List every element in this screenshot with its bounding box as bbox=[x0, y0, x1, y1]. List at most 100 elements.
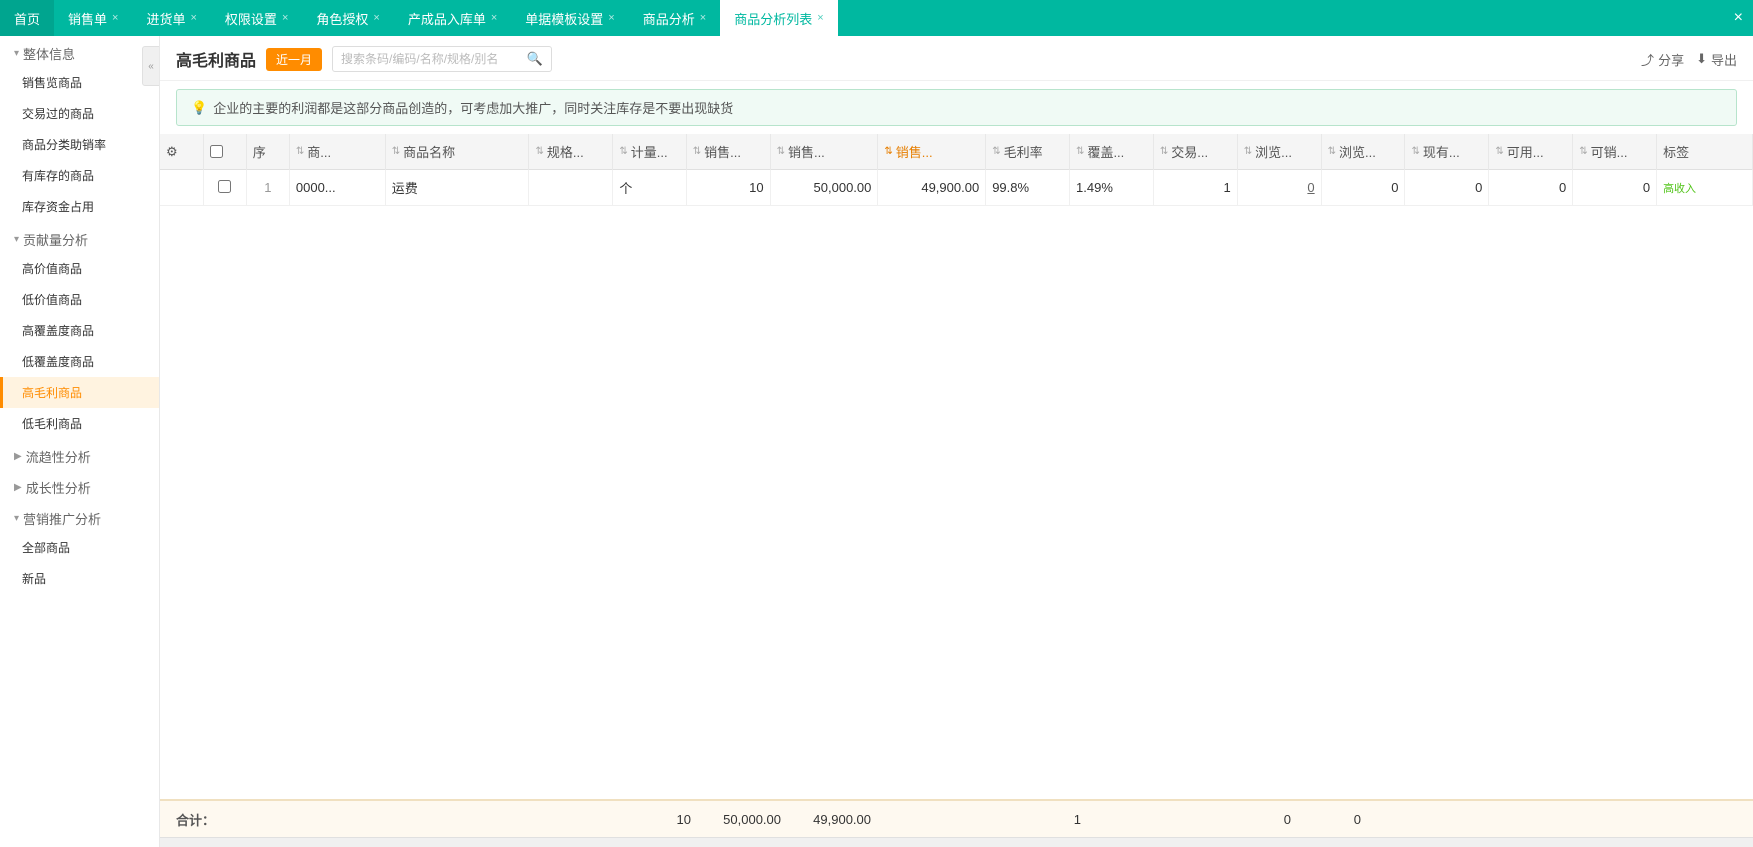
arrow-right-icon: ▶ bbox=[14, 451, 22, 462]
cell-browse2: 0 bbox=[1321, 170, 1405, 206]
footer-label: 合计： bbox=[176, 810, 215, 829]
sidebar-group-growth[interactable]: ▶ 成长性分析 bbox=[0, 470, 159, 501]
export-icon: ⬇ bbox=[1696, 51, 1707, 67]
col-transaction-header[interactable]: ⇅交易... bbox=[1153, 134, 1237, 170]
arrow-down-icon: ▾ bbox=[14, 48, 19, 59]
sidebar-item-low-value[interactable]: 低价值商品 bbox=[0, 284, 159, 315]
sidebar-item-high-coverage[interactable]: 高覆盖度商品 bbox=[0, 315, 159, 346]
nav-permissions[interactable]: 权限设置 × bbox=[211, 0, 302, 36]
nav-close-purchase[interactable]: × bbox=[190, 12, 196, 24]
sidebar-group-marketing[interactable]: ▾ 营销推广分析 bbox=[0, 501, 159, 532]
cell-current-stock: 0 bbox=[1405, 170, 1489, 206]
cell-sales-qty: 10 bbox=[686, 170, 770, 206]
nav-close-product-analysis[interactable]: × bbox=[700, 12, 706, 24]
sidebar-item-low-coverage[interactable]: 低覆盖度商品 bbox=[0, 346, 159, 377]
share-icon: ⤴ bbox=[1641, 50, 1654, 69]
nav-purchase-order[interactable]: 进货单 × bbox=[132, 0, 210, 36]
col-browse2-header[interactable]: ⇅浏览... bbox=[1321, 134, 1405, 170]
col-tag-header[interactable]: 标签 bbox=[1657, 134, 1753, 170]
cell-spec bbox=[529, 170, 613, 206]
select-all-checkbox[interactable] bbox=[210, 145, 223, 158]
col-sales-qty-header[interactable]: ⇅销售... bbox=[686, 134, 770, 170]
col-sales-amt-header[interactable]: ⇅销售... bbox=[770, 134, 878, 170]
footer-transaction: 1 bbox=[1017, 812, 1087, 827]
data-table-container: ⚙ 序 ⇅商... ⇅商品名称 bbox=[160, 134, 1753, 799]
col-current-stock-header[interactable]: ⇅现有... bbox=[1405, 134, 1489, 170]
cell-index: 1 bbox=[246, 170, 289, 206]
cell-code: 0000... bbox=[289, 170, 385, 206]
col-available-header[interactable]: ⇅可用... bbox=[1489, 134, 1573, 170]
nav-product-analysis-list[interactable]: 商品分析列表 × bbox=[720, 0, 837, 36]
nav-role-auth[interactable]: 角色授权 × bbox=[302, 0, 393, 36]
cell-margin-rate: 99.8% bbox=[986, 170, 1070, 206]
sidebar-item-stock-capital[interactable]: 库存资金占用 bbox=[0, 191, 159, 222]
filter-period-button[interactable]: 近一月 bbox=[266, 48, 322, 71]
nav-template-settings[interactable]: 单据模板设置 × bbox=[511, 0, 628, 36]
sidebar-item-in-stock-goods[interactable]: 有库存的商品 bbox=[0, 160, 159, 191]
nav-product-analysis[interactable]: 商品分析 × bbox=[629, 0, 720, 36]
nav-close-permissions[interactable]: × bbox=[282, 12, 288, 24]
col-spec-header[interactable]: ⇅规格... bbox=[529, 134, 613, 170]
sidebar-item-all-goods[interactable]: 全部商品 bbox=[0, 532, 159, 563]
nav-close-template[interactable]: × bbox=[608, 12, 614, 24]
col-saleable-header[interactable]: ⇅可销... bbox=[1573, 134, 1657, 170]
nav-sales-order[interactable]: 销售单 × bbox=[54, 0, 132, 36]
footer-total: 合计： 10 50,000.00 49,900.00 1 0 0 bbox=[160, 799, 1753, 837]
sidebar-item-high-margin[interactable]: 高毛利商品 bbox=[0, 377, 159, 408]
main-layout: « ▾ 整体信息 销售览商品 交易过的商品 商品分类助销率 有库存的商品 库存资… bbox=[0, 36, 1753, 847]
export-button[interactable]: ⬇ 导出 bbox=[1696, 50, 1737, 69]
cell-saleable: 0 bbox=[1573, 170, 1657, 206]
cell-browse1[interactable]: 0 bbox=[1237, 170, 1321, 206]
col-checkbox-header[interactable] bbox=[203, 134, 246, 170]
data-table: ⚙ 序 ⇅商... ⇅商品名称 bbox=[160, 134, 1753, 206]
cell-coverage: 1.49% bbox=[1070, 170, 1154, 206]
sidebar-group-trend[interactable]: ▶ 流趋性分析 bbox=[0, 439, 159, 470]
arrow-right-icon-2: ▶ bbox=[14, 482, 22, 493]
content-header: 高毛利商品 近一月 🔍 ⤴ 分享 ⬇ 导出 bbox=[160, 36, 1753, 81]
footer-available: 0 bbox=[1297, 812, 1367, 827]
footer-sales-amt: 50,000.00 bbox=[697, 812, 787, 827]
sidebar-item-traded-goods[interactable]: 交易过的商品 bbox=[0, 98, 159, 129]
sidebar-group-overall[interactable]: ▾ 整体信息 bbox=[0, 36, 159, 67]
col-settings[interactable]: ⚙ bbox=[160, 134, 203, 170]
cell-tag: 高收入 bbox=[1657, 170, 1753, 206]
sidebar-group-contribution[interactable]: ▾ 贡献量分析 bbox=[0, 222, 159, 253]
nav-product-warehouse[interactable]: 产成品入库单 × bbox=[394, 0, 511, 36]
cell-settings bbox=[160, 170, 203, 206]
nav-close-sales[interactable]: × bbox=[112, 12, 118, 24]
sidebar-item-high-value[interactable]: 高价值商品 bbox=[0, 253, 159, 284]
nav-close-product-analysis-list[interactable]: × bbox=[817, 12, 823, 24]
horizontal-scrollbar[interactable] bbox=[160, 837, 1753, 847]
search-input[interactable] bbox=[341, 52, 523, 66]
share-button[interactable]: ⤴ 分享 bbox=[1641, 50, 1684, 69]
footer-sales-qty: 10 bbox=[627, 812, 697, 827]
search-icon[interactable]: 🔍 bbox=[527, 51, 543, 67]
col-coverage-header[interactable]: ⇅覆盖... bbox=[1070, 134, 1154, 170]
arrow-down-icon-3: ▾ bbox=[14, 513, 19, 524]
cell-checkbox[interactable] bbox=[203, 170, 246, 206]
nav-close-product-warehouse[interactable]: × bbox=[491, 12, 497, 24]
sidebar: « ▾ 整体信息 销售览商品 交易过的商品 商品分类助销率 有库存的商品 库存资… bbox=[0, 36, 160, 847]
col-code-header[interactable]: ⇅商... bbox=[289, 134, 385, 170]
sidebar-item-low-margin[interactable]: 低毛利商品 bbox=[0, 408, 159, 439]
cell-unit: 个 bbox=[613, 170, 686, 206]
table-row: 1 0000... 运费 个 10 50,000.00 49,900.00 99… bbox=[160, 170, 1753, 206]
row-checkbox[interactable] bbox=[218, 180, 231, 193]
col-margin-rate-header[interactable]: ⇅毛利率 bbox=[986, 134, 1070, 170]
content-area: 高毛利商品 近一月 🔍 ⤴ 分享 ⬇ 导出 💡 企业的主要的利润都是这部分商品创… bbox=[160, 36, 1753, 847]
sidebar-item-sales-goods[interactable]: 销售览商品 bbox=[0, 67, 159, 98]
col-name-header[interactable]: ⇅商品名称 bbox=[385, 134, 529, 170]
col-sales-profit-header[interactable]: ⇅销售... bbox=[878, 134, 986, 170]
arrow-down-icon-2: ▾ bbox=[14, 234, 19, 245]
col-unit-header[interactable]: ⇅计量... bbox=[613, 134, 686, 170]
nav-close-role-auth[interactable]: × bbox=[373, 12, 379, 24]
sidebar-item-category-rate[interactable]: 商品分类助销率 bbox=[0, 129, 159, 160]
sidebar-item-new-goods[interactable]: 新品 bbox=[0, 563, 159, 594]
header-actions: ⤴ 分享 ⬇ 导出 bbox=[1641, 50, 1737, 69]
nav-home[interactable]: 首页 bbox=[0, 0, 54, 36]
top-navigation: 首页 销售单 × 进货单 × 权限设置 × 角色授权 × 产成品入库单 × 单据… bbox=[0, 0, 1753, 36]
sidebar-collapse-button[interactable]: « bbox=[142, 46, 160, 86]
nav-close-all-button[interactable]: × bbox=[1734, 9, 1743, 27]
cell-sales-profit: 49,900.00 bbox=[878, 170, 986, 206]
col-browse1-header[interactable]: ⇅浏览... bbox=[1237, 134, 1321, 170]
